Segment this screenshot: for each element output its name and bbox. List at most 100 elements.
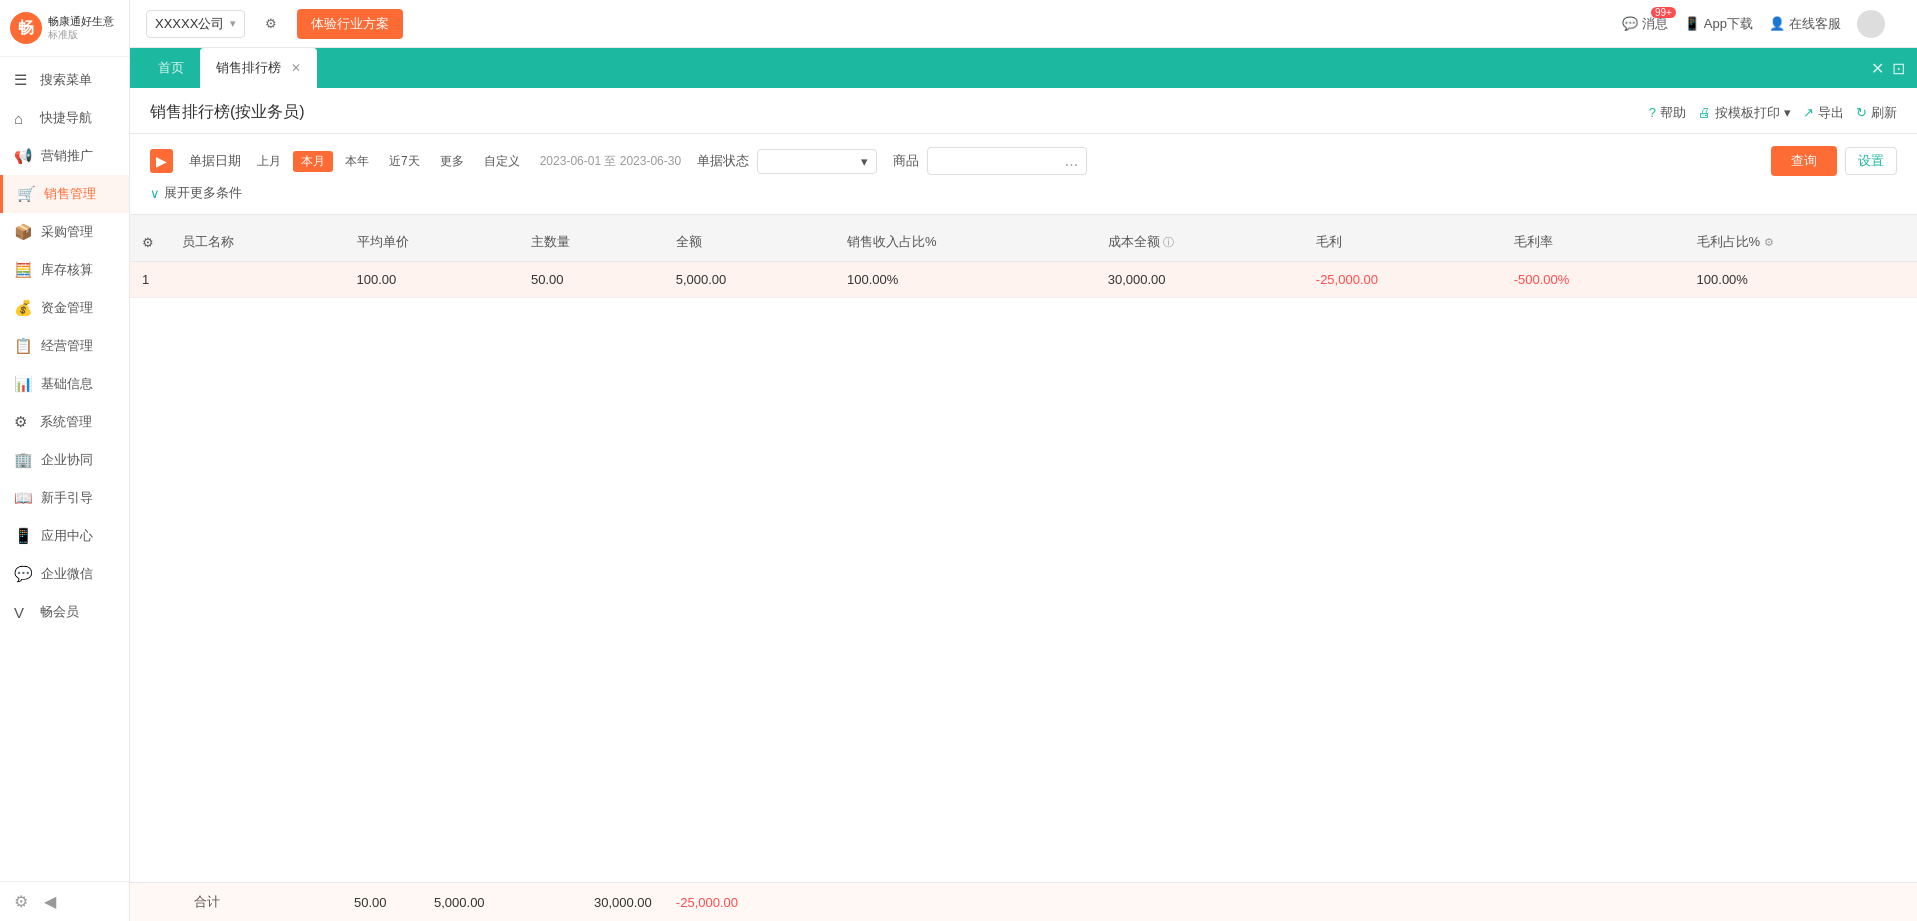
app-icon: 📱 — [1684, 16, 1700, 31]
help-button[interactable]: ? 帮助 — [1649, 104, 1686, 122]
table-footer: 合计 50.00 5,000.00 30,000.00 -25,000.00 — [130, 882, 1917, 921]
sidebar-item-label-enterprise: 企业协同 — [41, 451, 93, 469]
date-tab-this-month[interactable]: 本月 — [293, 151, 333, 172]
status-select-arrow: ▾ — [861, 154, 868, 169]
data-table: ⚙ 员工名称 平均单价 主数量 全额 — [130, 223, 1917, 298]
enterprise-icon: 🏢 — [14, 451, 33, 469]
date-tab-custom[interactable]: 自定义 — [476, 151, 528, 172]
date-tab-prev-month[interactable]: 上月 — [249, 151, 289, 172]
filter-collapse-icon[interactable]: ▶ — [150, 149, 173, 173]
tab-sales-rank-label: 销售排行榜 — [216, 59, 281, 77]
sales-icon: 🛒 — [17, 185, 36, 203]
collapse-icon[interactable]: ◀ — [44, 892, 56, 911]
sidebar-item-guide[interactable]: 📖 新手引导 — [0, 479, 129, 517]
tab-sales-rank[interactable]: 销售排行榜 ✕ — [200, 48, 317, 88]
cell-avg-price: 100.00 — [345, 262, 520, 298]
cell-cost: 30,000.00 — [1096, 262, 1304, 298]
purchase-icon: 📦 — [14, 223, 33, 241]
th-main-qty: 主数量 — [519, 223, 664, 262]
sidebar-item-apps[interactable]: 📱 应用中心 — [0, 517, 129, 555]
cost-info-icon: ⓘ — [1163, 236, 1174, 248]
guide-icon: 📖 — [14, 489, 33, 507]
basic-icon: 📊 — [14, 375, 33, 393]
sidebar-item-basic[interactable]: 📊基础信息 — [0, 365, 129, 403]
main-area: XXXXX公司 ▾ ⚙ 体验行业方案 💬 消息 99+ 📱 App下载 👤 在线… — [130, 0, 1917, 921]
app-download-action[interactable]: 📱 App下载 — [1684, 15, 1753, 33]
content-area: 销售排行榜(按业务员) ? 帮助 🖨 按模板打印 ▾ ↗ 导出 ↻ 刷新 — [130, 88, 1917, 921]
sidebar-item-sales[interactable]: 🛒 销售管理 — [0, 175, 129, 213]
filter-bar: ▶ 单据日期 上月 本月 本年 近7天 更多 自定义 2023-06-01 至 … — [130, 134, 1917, 215]
sidebar-item-quick-nav[interactable]: ⌂快捷导航 — [0, 99, 129, 137]
apps-icon: 📱 — [14, 527, 33, 545]
sidebar-item-label-apps: 应用中心 — [41, 527, 93, 545]
sidebar-item-label-inventory: 库存核算 — [41, 261, 93, 279]
topbar-settings-icon[interactable]: ⚙ — [257, 10, 285, 38]
footer-main-qty: 50.00 — [342, 895, 422, 910]
date-tab-more[interactable]: 更多 — [432, 151, 472, 172]
sidebar-item-label-finance: 资金管理 — [41, 299, 93, 317]
date-tabs: 上月 本月 本年 近7天 更多 自定义 — [249, 151, 528, 172]
sidebar-item-operations[interactable]: 📋经营管理 — [0, 327, 129, 365]
settings-bottom-icon[interactable]: ⚙ — [14, 892, 28, 911]
sidebar-item-member[interactable]: V畅会员 — [0, 593, 129, 631]
goods-filter: 商品 ... — [893, 147, 1087, 175]
company-selector[interactable]: XXXXX公司 ▾ — [146, 10, 245, 38]
export-button[interactable]: ↗ 导出 — [1803, 104, 1844, 122]
trial-button[interactable]: 体验行业方案 — [297, 9, 403, 39]
sidebar-item-label-operations: 经营管理 — [41, 337, 93, 355]
sidebar-item-label-purchase: 采购管理 — [41, 223, 93, 241]
sidebar-item-label-member: 畅会员 — [40, 603, 79, 621]
date-tab-this-year[interactable]: 本年 — [337, 151, 377, 172]
sidebar-item-marketing[interactable]: 📢营销推广 — [0, 137, 129, 175]
page-actions: ? 帮助 🖨 按模板打印 ▾ ↗ 导出 ↻ 刷新 — [1649, 104, 1897, 122]
footer-label: 合计 — [182, 893, 262, 911]
sidebar-item-search[interactable]: ☰搜索菜单 — [0, 61, 129, 99]
query-button[interactable]: 查询 — [1771, 146, 1837, 176]
cell-amount: 5,000.00 — [664, 262, 835, 298]
tab-close-window-icon[interactable]: ✕ — [1871, 59, 1884, 78]
footer-cost: 30,000.00 — [582, 895, 664, 910]
tab-home[interactable]: 首页 — [142, 48, 200, 88]
table-row: 1 100.00 50.00 5,000.00 100.00% 30,000.0… — [130, 262, 1917, 298]
sidebar-item-label-sales: 销售管理 — [44, 185, 96, 203]
goods-label: 商品 — [893, 152, 919, 170]
export-icon: ↗ — [1803, 105, 1814, 120]
logo-sub: 标准版 — [48, 28, 114, 42]
filter-settings-button[interactable]: 设置 — [1845, 147, 1897, 175]
sidebar-item-label-marketing: 营销推广 — [41, 147, 93, 165]
sidebar-item-enterprise[interactable]: 🏢 企业协同 — [0, 441, 129, 479]
status-select[interactable]: ▾ — [757, 149, 877, 174]
date-tab-7days[interactable]: 近7天 — [381, 151, 428, 172]
message-action[interactable]: 💬 消息 99+ — [1622, 15, 1668, 33]
th-settings[interactable]: ⚙ — [130, 223, 170, 262]
print-icon: 🖨 — [1698, 105, 1711, 120]
column-settings-icon[interactable]: ⚙ — [142, 235, 154, 250]
sidebar-item-inventory[interactable]: 🧮库存核算 — [0, 251, 129, 289]
expand-conditions-button[interactable]: ∨ 展开更多条件 — [150, 184, 1897, 202]
sidebar-item-system[interactable]: ⚙系统管理 — [0, 403, 129, 441]
print-button[interactable]: 🖨 按模板打印 ▾ — [1698, 104, 1791, 122]
search-icon: ☰ — [14, 71, 32, 89]
refresh-button[interactable]: ↻ 刷新 — [1856, 104, 1897, 122]
goods-input[interactable]: ... — [927, 147, 1087, 175]
avatar[interactable] — [1857, 10, 1885, 38]
th-gross-pct: 毛利占比% ⚙ — [1685, 223, 1917, 262]
sidebar-item-finance[interactable]: 💰资金管理 — [0, 289, 129, 327]
sidebar-item-label-guide: 新手引导 — [41, 489, 93, 507]
sidebar-item-wechat[interactable]: 💬企业微信 — [0, 555, 129, 593]
sidebar-item-purchase[interactable]: 📦 采购管理 — [0, 213, 129, 251]
tab-restore-icon[interactable]: ⊡ — [1892, 59, 1905, 78]
logo-area: 畅 畅康通好生意 标准版 — [0, 0, 129, 57]
tab-close-icon[interactable]: ✕ — [291, 61, 301, 75]
tab-controls: ✕ ⊡ — [1871, 59, 1905, 78]
gross-pct-settings-icon[interactable]: ⚙ — [1764, 236, 1774, 248]
th-sales-pct: 销售收入占比% — [835, 223, 1096, 262]
th-avg-price: 平均单价 — [345, 223, 520, 262]
cell-gross-rate: -500.00% — [1502, 262, 1685, 298]
status-label: 单据状态 — [697, 152, 749, 170]
th-amount: 全额 — [664, 223, 835, 262]
expand-chevron-icon: ∨ — [150, 186, 160, 201]
service-action[interactable]: 👤 在线客服 — [1769, 15, 1841, 33]
page-title: 销售排行榜(按业务员) — [150, 102, 305, 123]
company-name: XXXXX公司 — [155, 15, 224, 33]
